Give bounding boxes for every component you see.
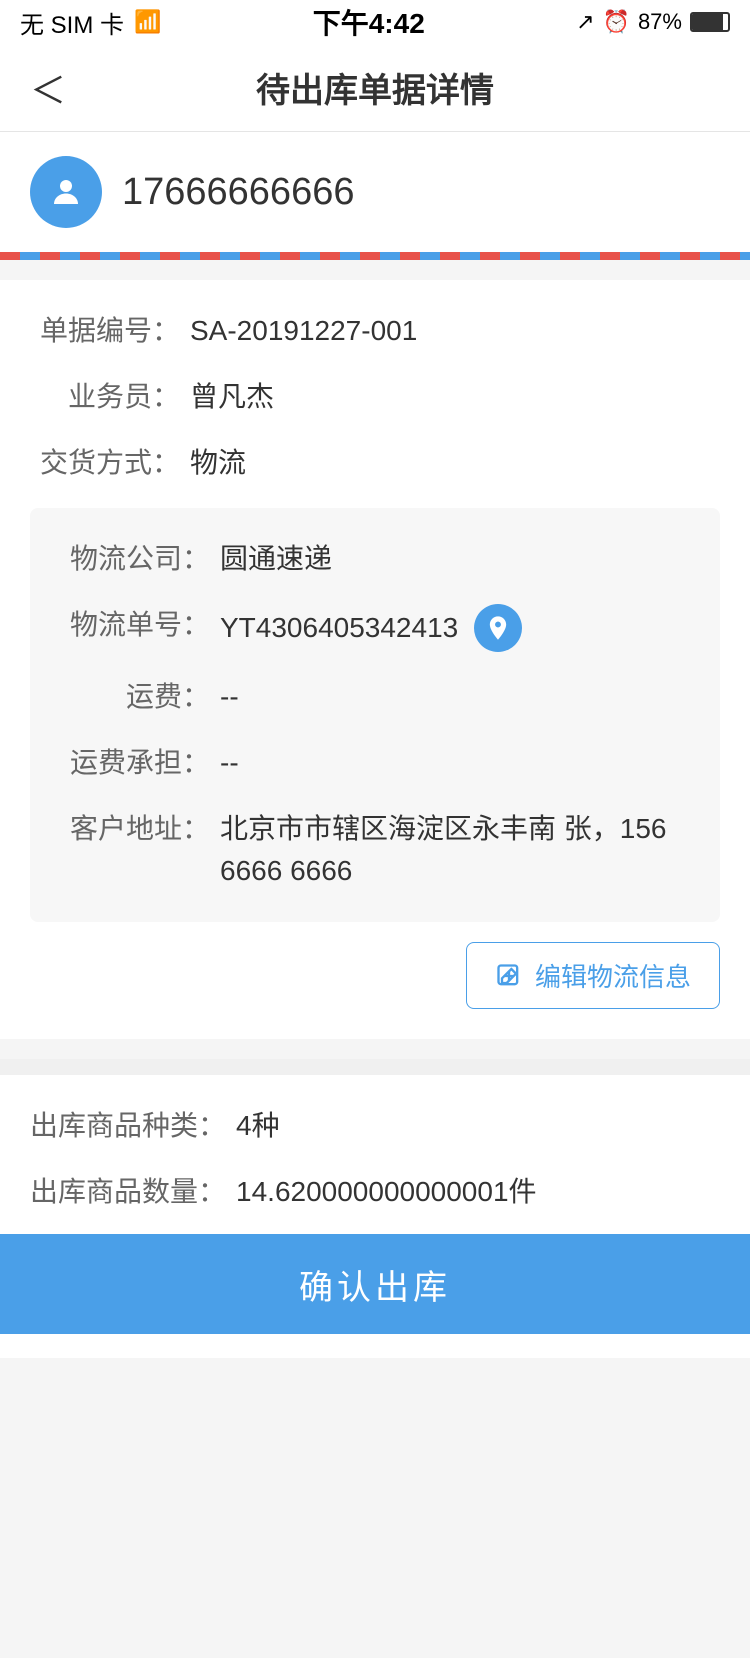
- battery-indicator: [690, 12, 730, 32]
- sales-person-row: 业务员： 曾凡杰: [30, 376, 720, 418]
- empty-space: [0, 1358, 750, 1558]
- document-number-row: 单据编号： SA-20191227-001: [30, 310, 720, 352]
- person-icon: [48, 174, 84, 210]
- freight-row: 运费： --: [60, 676, 690, 718]
- logistics-company-label: 物流公司：: [60, 538, 220, 580]
- back-button[interactable]: ＜: [20, 52, 76, 124]
- nav-bar: ＜ 待出库单据详情: [0, 44, 750, 132]
- dashed-divider: [0, 252, 750, 260]
- alarm-icon: ⏰: [603, 9, 630, 35]
- freight-value: --: [220, 676, 690, 718]
- freight-bearer-row: 运费承担： --: [60, 742, 690, 784]
- battery-fill: [692, 14, 723, 30]
- quantity-value: 14.620000000000001件: [236, 1171, 720, 1213]
- logistics-company-row: 物流公司： 圆通速递: [60, 538, 690, 580]
- logistics-company-value: 圆通速递: [220, 538, 690, 580]
- quantity-label: 出库商品数量：: [30, 1171, 236, 1213]
- delivery-method-row: 交货方式： 物流: [30, 442, 720, 484]
- tracking-number-label: 物流单号：: [60, 604, 220, 646]
- section-divider: [0, 1059, 750, 1075]
- delivery-method-label: 交货方式：: [30, 442, 190, 484]
- document-number-value: SA-20191227-001: [190, 310, 720, 352]
- quantity-row: 出库商品数量： 14.620000000000001件: [30, 1171, 720, 1213]
- tracking-location-button[interactable]: [474, 604, 522, 652]
- basic-info-section: 单据编号： SA-20191227-001 业务员： 曾凡杰 交货方式： 物流 …: [0, 280, 750, 1039]
- types-value: 4种: [236, 1105, 720, 1147]
- edit-icon: [495, 962, 523, 990]
- types-row: 出库商品种类： 4种: [30, 1105, 720, 1147]
- address-value: 北京市市辖区海淀区永丰南 张，156 6666 6666: [220, 808, 690, 892]
- edit-logistics-button[interactable]: 编辑物流信息: [466, 942, 720, 1009]
- status-left: 无 SIM 卡 📶: [20, 5, 161, 40]
- status-right: ↗ ⏰ 87%: [576, 9, 730, 35]
- location-icon: [484, 614, 512, 642]
- logistics-card: 物流公司： 圆通速递 物流单号： YT4306405342413 运费： --: [30, 508, 720, 922]
- location-icon: ↗: [576, 9, 594, 35]
- delivery-method-value: 物流: [190, 442, 720, 484]
- page-title: 待出库单据详情: [256, 63, 494, 112]
- confirm-outbound-button[interactable]: 确认出库: [0, 1234, 750, 1334]
- wifi-icon: 📶: [134, 9, 161, 35]
- freight-bearer-label: 运费承担：: [60, 742, 220, 784]
- time-label: 下午4:42: [313, 2, 425, 42]
- freight-label: 运费：: [60, 676, 220, 718]
- carrier-label: 无 SIM 卡: [20, 5, 124, 40]
- document-number-label: 单据编号：: [30, 310, 190, 352]
- sales-person-value: 曾凡杰: [190, 376, 720, 418]
- avatar: [30, 156, 102, 228]
- tracking-number-value: YT4306405342413: [220, 604, 690, 652]
- address-label: 客户地址：: [60, 808, 220, 850]
- freight-bearer-value: --: [220, 742, 690, 784]
- user-row: 17666666666: [0, 132, 750, 252]
- edit-btn-wrap: 编辑物流信息: [30, 942, 720, 1009]
- status-bar: 无 SIM 卡 📶 下午4:42 ↗ ⏰ 87%: [0, 0, 750, 44]
- tracking-number-row: 物流单号： YT4306405342413: [60, 604, 690, 652]
- user-phone: 17666666666: [122, 171, 354, 214]
- address-row: 客户地址： 北京市市辖区海淀区永丰南 张，156 6666 6666: [60, 808, 690, 892]
- battery-label: 87%: [638, 9, 682, 35]
- sales-person-label: 业务员：: [30, 376, 190, 418]
- types-label: 出库商品种类：: [30, 1105, 236, 1147]
